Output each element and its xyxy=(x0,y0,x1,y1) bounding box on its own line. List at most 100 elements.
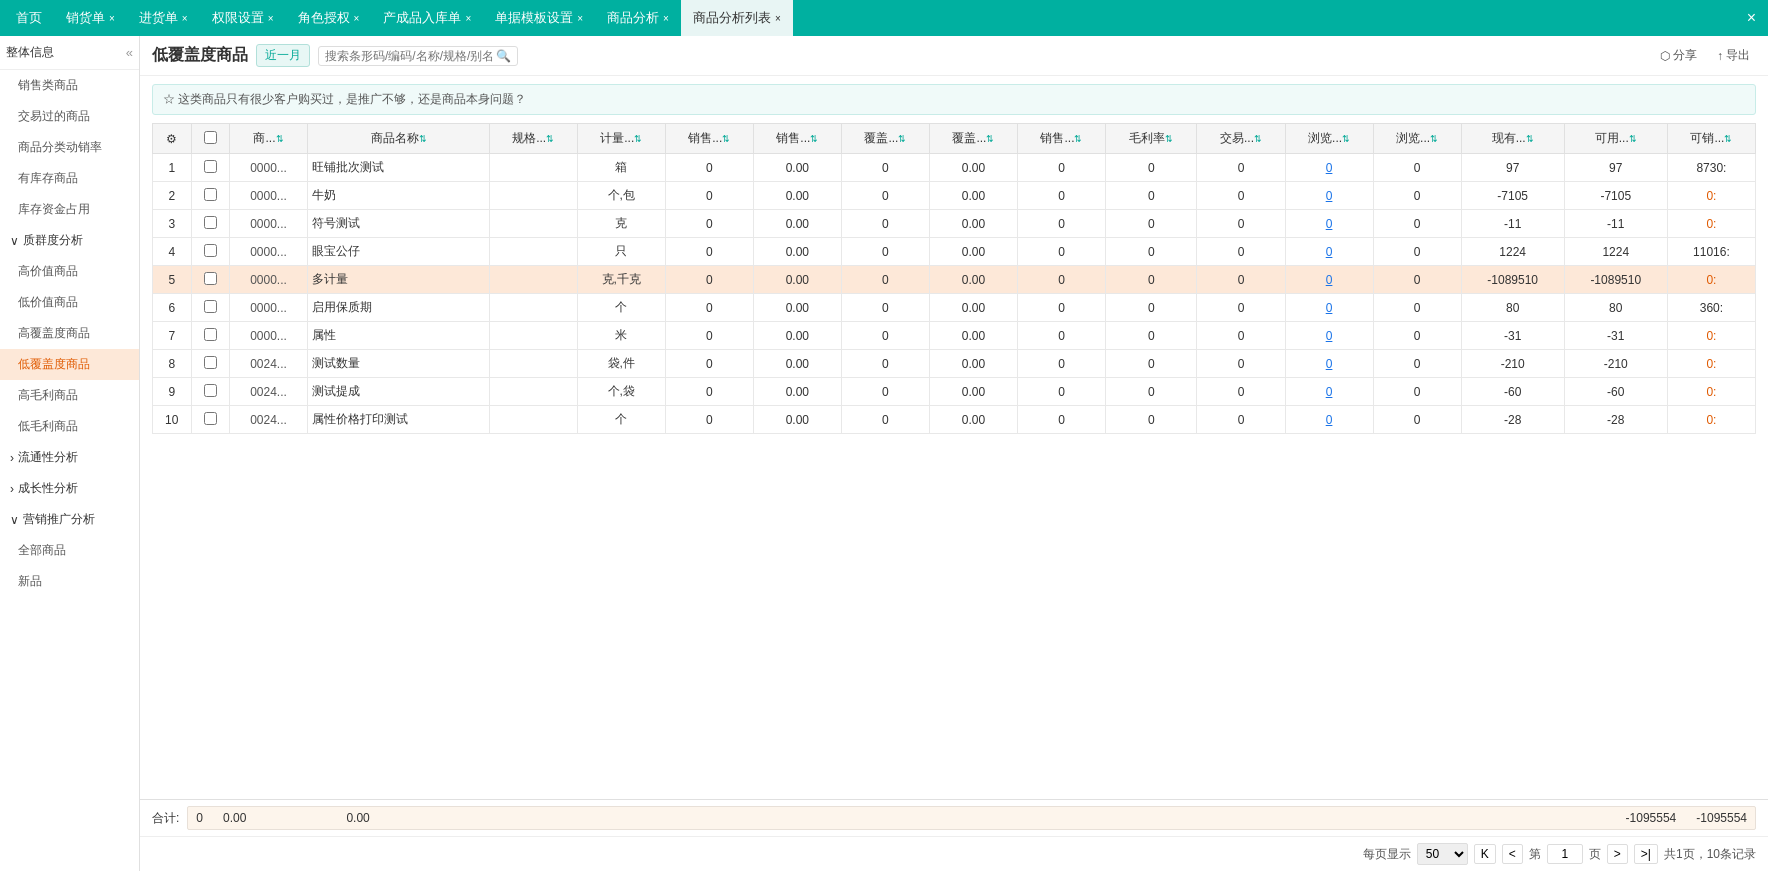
row-select-checkbox[interactable] xyxy=(204,328,217,341)
row-browse1[interactable]: 0 xyxy=(1285,266,1373,294)
row-select-checkbox[interactable] xyxy=(204,384,217,397)
sidebar-item-low-profit[interactable]: 低毛利商品 xyxy=(0,411,139,442)
sidebar-item-high-profit[interactable]: 高毛利商品 xyxy=(0,380,139,411)
row-checkbox[interactable] xyxy=(191,294,229,322)
last-page-button[interactable]: >| xyxy=(1634,844,1658,864)
row-cov1: 0 xyxy=(841,238,929,266)
row-browse1[interactable]: 0 xyxy=(1285,294,1373,322)
col-sales-qty[interactable]: 销售...⇅ xyxy=(665,124,753,154)
row-checkbox[interactable] xyxy=(191,322,229,350)
row-browse1[interactable]: 0 xyxy=(1285,210,1373,238)
row-checkbox[interactable] xyxy=(191,238,229,266)
row-select-checkbox[interactable] xyxy=(204,300,217,313)
sidebar-group-marketing[interactable]: ∨ 营销推广分析 xyxy=(0,504,139,535)
col-trade[interactable]: 交易...⇅ xyxy=(1197,124,1285,154)
sidebar-item-low-value[interactable]: 低价值商品 xyxy=(0,287,139,318)
sidebar-item-sales-goods[interactable]: 销售类商品 xyxy=(0,70,139,101)
row-select-checkbox[interactable] xyxy=(204,188,217,201)
first-page-button[interactable]: K xyxy=(1474,844,1496,864)
col-sales-amt[interactable]: 销售...⇅ xyxy=(753,124,841,154)
nav-goods-analysis-close[interactable]: × xyxy=(663,13,669,24)
sidebar-item-low-coverage[interactable]: 低覆盖度商品 xyxy=(0,349,139,380)
table-header-row: ⚙ 商...⇅ 商品名称⇅ 规格...⇅ 计量...⇅ 销售...⇅ 销售...… xyxy=(153,124,1756,154)
row-select-checkbox[interactable] xyxy=(204,272,217,285)
nav-template-close[interactable]: × xyxy=(577,13,583,24)
date-filter-button[interactable]: 近一月 xyxy=(256,44,310,67)
nav-finished-goods[interactable]: 产成品入库单 × xyxy=(371,0,483,36)
row-browse1[interactable]: 0 xyxy=(1285,406,1373,434)
nav-role[interactable]: 角色授权 × xyxy=(286,0,372,36)
row-browse1[interactable]: 0 xyxy=(1285,182,1373,210)
col-sellable[interactable]: 可销...⇅ xyxy=(1667,124,1755,154)
row-select-checkbox[interactable] xyxy=(204,356,217,369)
row-browse1[interactable]: 0 xyxy=(1285,154,1373,182)
search-input[interactable] xyxy=(325,49,496,63)
col-unit[interactable]: 计量...⇅ xyxy=(577,124,665,154)
sidebar-group-quality[interactable]: ∨ 质群度分析 xyxy=(0,225,139,256)
sidebar-item-new-goods[interactable]: 新品 xyxy=(0,566,139,597)
sidebar-item-all-goods[interactable]: 全部商品 xyxy=(0,535,139,566)
col-current-stock[interactable]: 现有...⇅ xyxy=(1461,124,1564,154)
row-browse1[interactable]: 0 xyxy=(1285,238,1373,266)
export-button[interactable]: ↑ 导出 xyxy=(1711,44,1756,67)
nav-goods-analysis-list[interactable]: 商品分析列表 × xyxy=(681,0,793,36)
col-cov1[interactable]: 覆盖...⇅ xyxy=(841,124,929,154)
col-browse2[interactable]: 浏览...⇅ xyxy=(1373,124,1461,154)
row-checkbox[interactable] xyxy=(191,266,229,294)
current-page-input[interactable] xyxy=(1547,844,1583,864)
sidebar-item-high-coverage[interactable]: 高覆盖度商品 xyxy=(0,318,139,349)
sidebar-item-traded-goods[interactable]: 交易过的商品 xyxy=(0,101,139,132)
prev-page-button[interactable]: < xyxy=(1502,844,1523,864)
settings-icon[interactable]: ⚙ xyxy=(166,132,177,146)
nav-permission-close[interactable]: × xyxy=(268,13,274,24)
row-select-checkbox[interactable] xyxy=(204,216,217,229)
col-name[interactable]: 商品名称⇅ xyxy=(308,124,489,154)
nav-sales-close[interactable]: × xyxy=(109,13,115,24)
nav-purchase[interactable]: 进货单 × xyxy=(127,0,200,36)
col-spec[interactable]: 规格...⇅ xyxy=(489,124,577,154)
nav-permission[interactable]: 权限设置 × xyxy=(200,0,286,36)
nav-home[interactable]: 首页 xyxy=(4,0,54,36)
sidebar-item-stock-goods[interactable]: 有库存商品 xyxy=(0,163,139,194)
row-checkbox[interactable] xyxy=(191,210,229,238)
row-sales-qty: 0 xyxy=(665,238,753,266)
row-select-checkbox[interactable] xyxy=(204,412,217,425)
nav-role-close[interactable]: × xyxy=(354,13,360,24)
sidebar-item-category-rate[interactable]: 商品分类动销率 xyxy=(0,132,139,163)
nav-goods-analysis-list-close[interactable]: × xyxy=(775,13,781,24)
select-all-checkbox[interactable] xyxy=(204,131,217,144)
col-browse1[interactable]: 浏览...⇅ xyxy=(1285,124,1373,154)
next-page-button[interactable]: > xyxy=(1607,844,1628,864)
row-checkbox[interactable] xyxy=(191,154,229,182)
col-available[interactable]: 可用...⇅ xyxy=(1564,124,1667,154)
row-checkbox[interactable] xyxy=(191,182,229,210)
per-page-select[interactable]: 50 20 100 200 xyxy=(1417,843,1468,865)
row-browse1[interactable]: 0 xyxy=(1285,322,1373,350)
col-cov2[interactable]: 覆盖...⇅ xyxy=(929,124,1017,154)
row-select-checkbox[interactable] xyxy=(204,160,217,173)
nav-template[interactable]: 单据模板设置 × xyxy=(483,0,595,36)
search-icon[interactable]: 🔍 xyxy=(496,49,511,63)
row-checkbox[interactable] xyxy=(191,350,229,378)
row-browse1[interactable]: 0 xyxy=(1285,378,1373,406)
nav-finished-goods-close[interactable]: × xyxy=(465,13,471,24)
sidebar-item-stock-capital[interactable]: 库存资金占用 xyxy=(0,194,139,225)
row-checkbox[interactable] xyxy=(191,406,229,434)
sidebar-item-high-value[interactable]: 高价值商品 xyxy=(0,256,139,287)
col-sales-days[interactable]: 销售...⇅ xyxy=(1017,124,1105,154)
close-all-tabs-button[interactable]: × xyxy=(1739,9,1764,27)
nav-goods-analysis[interactable]: 商品分析 × xyxy=(595,0,681,36)
sidebar-group-flow[interactable]: › 流通性分析 xyxy=(0,442,139,473)
row-browse1[interactable]: 0 xyxy=(1285,350,1373,378)
row-checkbox[interactable] xyxy=(191,378,229,406)
nav-purchase-close[interactable]: × xyxy=(182,13,188,24)
col-settings[interactable]: ⚙ xyxy=(153,124,192,154)
col-gross-rate[interactable]: 毛利率⇅ xyxy=(1106,124,1197,154)
row-select-checkbox[interactable] xyxy=(204,244,217,257)
sidebar-group-growth[interactable]: › 成长性分析 xyxy=(0,473,139,504)
nav-sales[interactable]: 销货单 × xyxy=(54,0,127,36)
share-button[interactable]: ⬡ 分享 xyxy=(1654,44,1703,67)
col-code[interactable]: 商...⇅ xyxy=(229,124,308,154)
sidebar-collapse-icon[interactable]: « xyxy=(126,45,133,60)
sidebar-header[interactable]: 整体信息 « xyxy=(0,36,139,70)
